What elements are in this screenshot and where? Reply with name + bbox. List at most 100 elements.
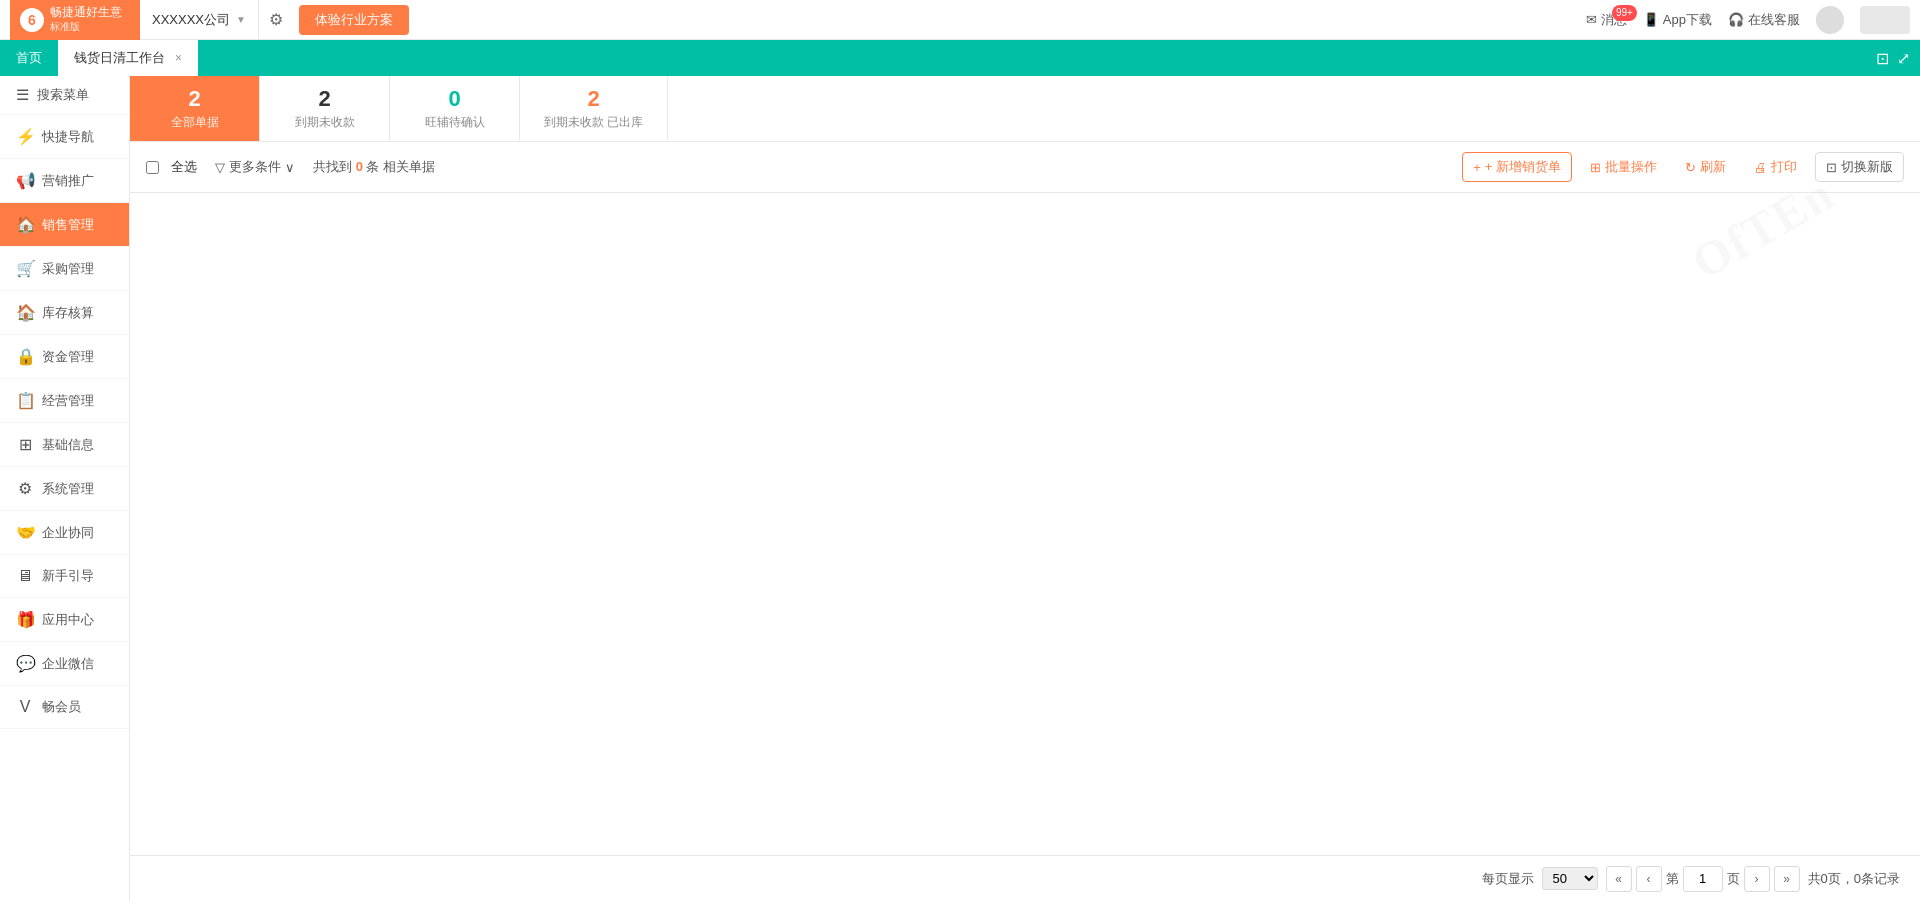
batch-icon: ⊞ — [1590, 160, 1601, 175]
expand-icon[interactable]: ⊡ — [1876, 49, 1889, 68]
logo-sub: 标准版 — [50, 20, 122, 34]
wechat-icon: 💬 — [16, 654, 34, 673]
guide-icon: 🖥 — [16, 567, 34, 585]
content-area: 2 全部单据 2 到期未收款 0 旺辅待确认 2 到期未收款 已出库 全选 ▽ … — [130, 76, 1920, 901]
tab-active[interactable]: 钱货日清工作台 × — [58, 40, 198, 76]
sidebar-item-quick-nav[interactable]: ⚡ 快捷导航 — [0, 115, 129, 159]
sidebar-item-guide[interactable]: 🖥 新手引导 — [0, 555, 129, 598]
filter-button[interactable]: ▽ 更多条件 ∨ — [205, 153, 305, 181]
found-num: 0 — [356, 159, 363, 174]
stat-label-overdue: 到期未收款 — [284, 114, 365, 131]
filter-icon: ▽ — [215, 160, 225, 175]
first-page-button[interactable]: « — [1606, 866, 1632, 892]
stat-label-pending: 旺辅待确认 — [414, 114, 495, 131]
switch-new-label: 切换新版 — [1841, 158, 1893, 176]
plus-icon: + — [1473, 160, 1481, 175]
user-info[interactable] — [1860, 6, 1910, 34]
sidebar-item-wechat[interactable]: 💬 企业微信 — [0, 642, 129, 686]
basic-info-icon: ⊞ — [16, 435, 34, 454]
main-layout: ☰ 搜索菜单 ⚡ 快捷导航 📢 营销推广 🏠 销售管理 🛒 采购管理 🏠 库存核… — [0, 76, 1920, 901]
sidebar-item-operations[interactable]: 📋 经营管理 — [0, 379, 129, 423]
enterprise-icon: 🤝 — [16, 523, 34, 542]
switch-new-button[interactable]: ⊡ 切换新版 — [1815, 152, 1904, 182]
online-service-item[interactable]: 🎧 在线客服 — [1728, 11, 1800, 29]
tab-bar-right: ⊡ ⤢ — [1876, 49, 1920, 68]
app-download-item[interactable]: 📱 App下载 — [1643, 11, 1712, 29]
filter-label: 更多条件 — [229, 158, 281, 176]
found-suffix: 条 相关单据 — [366, 159, 435, 174]
stat-num-overdue: 2 — [284, 86, 365, 112]
sidebar-item-member[interactable]: V 畅会员 — [0, 686, 129, 729]
logo-area: 6 畅捷通好生意 标准版 — [10, 0, 140, 40]
stat-tab-pending[interactable]: 0 旺辅待确认 — [390, 76, 520, 141]
stat-tab-all[interactable]: 2 全部单据 — [130, 76, 260, 141]
per-page-select[interactable]: 50 100 200 — [1542, 867, 1598, 890]
sidebar-item-label: 采购管理 — [42, 260, 94, 278]
trial-button[interactable]: 体验行业方案 — [299, 5, 409, 35]
fullscreen-icon[interactable]: ⤢ — [1897, 49, 1910, 68]
select-all-checkbox[interactable] — [146, 161, 159, 174]
online-service-label: 在线客服 — [1748, 11, 1800, 29]
prev-page-button[interactable]: ‹ — [1636, 866, 1662, 892]
new-sale-label: + 新增销货单 — [1485, 158, 1561, 176]
page-label: 第 — [1666, 870, 1679, 888]
top-bar: 6 畅捷通好生意 标准版 XXXXXX公司 ▼ ⚙ 体验行业方案 ✉ 消息 99… — [0, 0, 1920, 40]
marketing-icon: 📢 — [16, 171, 34, 190]
switch-icon: ⊡ — [1826, 160, 1837, 175]
sidebar-item-label: 销售管理 — [42, 216, 94, 234]
system-icon: ⚙ — [16, 479, 34, 498]
table-area — [130, 193, 1920, 855]
sidebar: ☰ 搜索菜单 ⚡ 快捷导航 📢 营销推广 🏠 销售管理 🛒 采购管理 🏠 库存核… — [0, 76, 130, 901]
batch-label: 批量操作 — [1605, 158, 1657, 176]
refresh-icon: ↻ — [1685, 160, 1696, 175]
sidebar-item-label: 企业微信 — [42, 655, 94, 673]
sidebar-item-sales[interactable]: 🏠 销售管理 — [0, 203, 129, 247]
tab-close-icon[interactable]: × — [175, 51, 182, 65]
app-download-label: App下载 — [1663, 11, 1712, 29]
phone-icon: 📱 — [1643, 12, 1659, 27]
new-sale-button[interactable]: + + 新增销货单 — [1462, 152, 1572, 182]
tab-active-label: 钱货日清工作台 — [74, 49, 165, 67]
sidebar-item-label: 基础信息 — [42, 436, 94, 454]
stats-tabs: 2 全部单据 2 到期未收款 0 旺辅待确认 2 到期未收款 已出库 — [130, 76, 1920, 142]
next-page-button[interactable]: › — [1744, 866, 1770, 892]
refresh-button[interactable]: ↻ 刷新 — [1675, 153, 1736, 181]
found-text: 共找到 0 条 相关单据 — [313, 158, 435, 176]
sidebar-item-system[interactable]: ⚙ 系统管理 — [0, 467, 129, 511]
sidebar-item-finance[interactable]: 🔒 资金管理 — [0, 335, 129, 379]
quick-nav-icon: ⚡ — [16, 127, 34, 146]
sidebar-item-purchase[interactable]: 🛒 采购管理 — [0, 247, 129, 291]
company-selector[interactable]: XXXXXX公司 ▼ — [140, 0, 259, 40]
avatar[interactable] — [1816, 6, 1844, 34]
tab-home[interactable]: 首页 — [0, 40, 58, 76]
sidebar-item-app-center[interactable]: 🎁 应用中心 — [0, 598, 129, 642]
stat-num-all: 2 — [154, 86, 235, 112]
sidebar-item-search-menu[interactable]: ☰ 搜索菜单 — [0, 76, 129, 115]
sidebar-item-basic-info[interactable]: ⊞ 基础信息 — [0, 423, 129, 467]
sidebar-item-marketing[interactable]: 📢 营销推广 — [0, 159, 129, 203]
finance-icon: 🔒 — [16, 347, 34, 366]
top-right-area: ✉ 消息 99+ 📱 App下载 🎧 在线客服 — [1586, 6, 1910, 34]
sidebar-item-label: 新手引导 — [42, 567, 94, 585]
stat-num-pending: 0 — [414, 86, 495, 112]
stat-label-all: 全部单据 — [154, 114, 235, 131]
pagination: 每页显示 50 100 200 « ‹ 第 页 › » 共0页，0条记录 — [130, 855, 1920, 901]
sidebar-item-label: 营销推广 — [42, 172, 94, 190]
stat-tab-overdue[interactable]: 2 到期未收款 — [260, 76, 390, 141]
sidebar-item-inventory[interactable]: 🏠 库存核算 — [0, 291, 129, 335]
stat-num-overdue-out: 2 — [544, 86, 643, 112]
page-nav: « ‹ 第 页 › » — [1606, 866, 1800, 892]
refresh-label: 刷新 — [1700, 158, 1726, 176]
batch-op-button[interactable]: ⊞ 批量操作 — [1580, 153, 1667, 181]
message-item[interactable]: ✉ 消息 99+ — [1586, 11, 1627, 29]
purchase-icon: 🛒 — [16, 259, 34, 278]
page-input[interactable] — [1683, 866, 1723, 892]
page-suffix: 页 — [1727, 870, 1740, 888]
chevron-down-icon: ▼ — [236, 14, 246, 25]
sidebar-item-label: 畅会员 — [42, 698, 81, 716]
sidebar-item-enterprise[interactable]: 🤝 企业协同 — [0, 511, 129, 555]
stat-tab-overdue-out[interactable]: 2 到期未收款 已出库 — [520, 76, 668, 141]
settings-icon[interactable]: ⚙ — [259, 0, 293, 40]
last-page-button[interactable]: » — [1774, 866, 1800, 892]
print-button[interactable]: 🖨 打印 — [1744, 153, 1807, 181]
